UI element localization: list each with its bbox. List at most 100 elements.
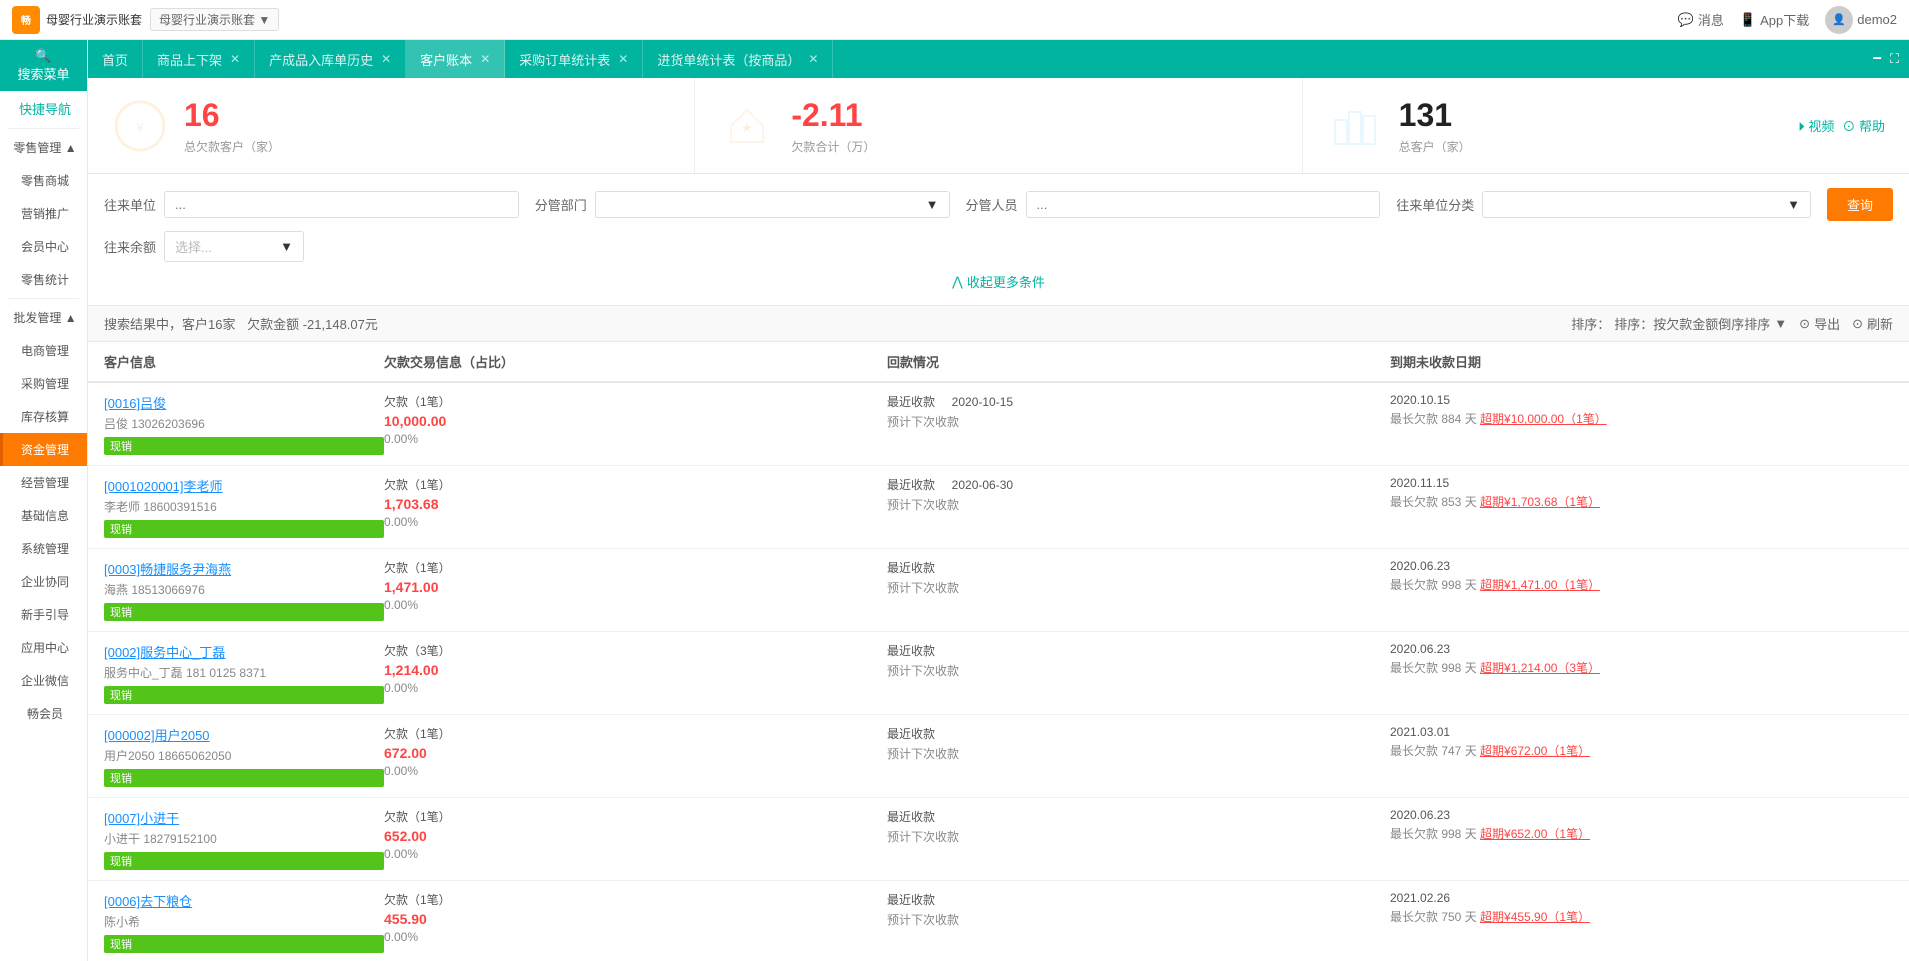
search-button[interactable]: 查询 <box>1827 188 1893 221</box>
overdue-link-0[interactable]: 超期¥10,000.00（1笔） <box>1480 412 1607 426</box>
debt-total-number: -2.11 <box>791 96 875 134</box>
filter-row-2: 往来余额 选择... ▼ <box>104 231 1893 262</box>
tab-maximize-icon[interactable]: ⛶ <box>1890 51 1899 67</box>
collapse-button[interactable]: ⋀ 收起更多条件 <box>104 272 1893 291</box>
customer-phone-6: 陈小希 <box>104 913 384 930</box>
sidebar-item-member-center[interactable]: 会员中心 <box>0 230 87 263</box>
company-selector[interactable]: 母婴行业演示账套 ▼ <box>150 8 279 31</box>
tab-close-purchase-stats[interactable]: ✕ <box>618 52 628 66</box>
overdue-link-5[interactable]: 超期¥652.00（1笔） <box>1480 827 1590 841</box>
sidebar-item-wholesale-mgmt[interactable]: 批发管理 ▲ <box>0 301 87 334</box>
sidebar-search[interactable]: 🔍 搜索菜单 <box>0 40 87 91</box>
sidebar-item-member[interactable]: 畅会员 <box>0 697 87 730</box>
overdue-link-2[interactable]: 超期¥1,471.00（1笔） <box>1480 578 1600 592</box>
customer-phone-3: 服务中心_丁磊 181 0125 8371 <box>104 664 384 681</box>
customer-name-2[interactable]: [0003]畅捷服务尹海燕 <box>104 559 384 578</box>
filter-select-category[interactable]: ▼ <box>1482 191 1811 218</box>
tab-purchase-goods-stats[interactable]: 进货单统计表（按商品） ✕ <box>643 40 833 78</box>
sidebar-item-purchase-mgmt[interactable]: 采购管理 <box>0 367 87 400</box>
sidebar-item-basic-info[interactable]: 基础信息 <box>0 499 87 532</box>
sidebar-item-guide[interactable]: 新手引导 <box>0 598 87 631</box>
sidebar-item-system[interactable]: 系统管理 <box>0 532 87 565</box>
help-link[interactable]: ⊙ 帮助 <box>1842 116 1885 135</box>
filter-field-unit: 往来单位 <box>104 191 519 218</box>
main-content: 首页 商品上下架 ✕ 产成品入库单历史 ✕ 客户账本 ✕ 采购订单统计表 ✕ 进… <box>88 40 1909 961</box>
sidebar-item-weixin[interactable]: 企业微信 <box>0 664 87 697</box>
user-avatar[interactable]: 👤 demo2 <box>1825 6 1897 34</box>
top-bar: 畅 母婴行业演示账套 母婴行业演示账套 ▼ 💬 消息 📱 App下载 👤 dem… <box>0 0 1909 40</box>
message-button[interactable]: 💬 消息 <box>1678 10 1724 29</box>
filter-select-dept[interactable]: ▼ <box>595 191 950 218</box>
customer-name-4[interactable]: [000002]用户2050 <box>104 725 384 744</box>
chevron-down-icon-balance: ▼ <box>280 239 293 254</box>
tab-close-customer-ledger[interactable]: ✕ <box>480 52 490 66</box>
customer-info-3: [0002]服务中心_丁磊 服务中心_丁磊 181 0125 8371 现销 <box>104 642 384 704</box>
app-download-button[interactable]: 📱 App下载 <box>1740 10 1809 29</box>
overdue-link-6[interactable]: 超期¥455.90（1笔） <box>1480 910 1590 924</box>
recovery-info-6: 最近收款 预计下次收款 <box>887 891 1390 953</box>
video-link[interactable]: ⏵ 视频 <box>1798 116 1834 135</box>
tab-minimize-icon[interactable]: 🗕 <box>1873 48 1882 70</box>
customer-phone-2: 海燕 18513066976 <box>104 581 384 598</box>
table-row: [0003]畅捷服务尹海燕 海燕 18513066976 现销 欠款（1笔） 1… <box>88 549 1909 632</box>
customer-phone-5: 小进干 18279152100 <box>104 830 384 847</box>
customer-name-3[interactable]: [0002]服务中心_丁磊 <box>104 642 384 661</box>
filter-label-category: 往来单位分类 <box>1396 195 1474 214</box>
customer-name-6[interactable]: [0006]去下粮仓 <box>104 891 384 910</box>
tab-close-purchase-goods-stats[interactable]: ✕ <box>808 52 818 66</box>
overdue-link-3[interactable]: 超期¥1,214.00（3笔） <box>1480 661 1600 675</box>
sidebar-item-finance[interactable]: 资金管理 <box>0 433 87 466</box>
sidebar-divider-2 <box>8 298 79 299</box>
sidebar-item-retail-mgmt[interactable]: 零售管理 ▲ <box>0 131 87 164</box>
export-button[interactable]: ⊙ 导出 <box>1799 314 1840 333</box>
recovery-info-0: 最近收款 2020-10-15 预计下次收款 <box>887 393 1390 455</box>
filter-input-unit[interactable] <box>164 191 519 218</box>
sort-selector[interactable]: 排序： 排序：按欠款金额倒序排序 ▼ <box>1571 314 1787 333</box>
filter-row-1: 往来单位 分管部门 ▼ 分管人员 <box>104 188 1893 221</box>
tab-home[interactable]: 首页 <box>88 40 143 78</box>
customer-tag-1: 现销 <box>104 520 384 538</box>
svg-text:¥: ¥ <box>135 120 144 135</box>
customer-name-1[interactable]: [0001020001]李老师 <box>104 476 384 495</box>
filter-area: 往来单位 分管部门 ▼ 分管人员 <box>88 174 1909 306</box>
logo-area: 畅 母婴行业演示账套 <box>12 6 142 34</box>
customer-name-0[interactable]: [0016]吕俊 <box>104 393 384 412</box>
sidebar-item-retail-stats[interactable]: 零售统计 <box>0 263 87 296</box>
sort-label: 排序： <box>1571 314 1610 333</box>
debt-customer-number: 16 <box>184 96 280 134</box>
table-row: [0001020001]李老师 李老师 18600391516 现销 欠款（1笔… <box>88 466 1909 549</box>
overdue-link-1[interactable]: 超期¥1,703.68（1笔） <box>1480 495 1600 509</box>
tab-close-product-listing[interactable]: ✕ <box>230 52 240 66</box>
tab-production-history[interactable]: 产成品入库单历史 ✕ <box>255 40 406 78</box>
sidebar-item-ecommerce[interactable]: 电商管理 <box>0 334 87 367</box>
sidebar-item-retail-mall[interactable]: 零售商城 <box>0 164 87 197</box>
sidebar-item-app-center[interactable]: 应用中心 <box>0 631 87 664</box>
sidebar-item-quick-nav[interactable]: 快捷导航 <box>0 91 87 126</box>
tab-product-listing[interactable]: 商品上下架 ✕ <box>143 40 255 78</box>
overdue-info-5: 2020.06.23 最长欠款 998 天 超期¥652.00（1笔） <box>1390 808 1893 870</box>
customer-info-6: [0006]去下粮仓 陈小希 现销 <box>104 891 384 953</box>
tab-purchase-stats[interactable]: 采购订单统计表 ✕ <box>505 40 643 78</box>
tab-close-production-history[interactable]: ✕ <box>381 52 391 66</box>
customer-name-5[interactable]: [0007]小进干 <box>104 808 384 827</box>
filter-input-person[interactable] <box>1026 191 1381 218</box>
search-icon: 🔍 <box>35 48 51 63</box>
total-customer-number: 131 <box>1399 96 1471 134</box>
sidebar-item-inventory[interactable]: 库存核算 <box>0 400 87 433</box>
debt-info-2: 欠款（1笔） 1,471.00 0.00% <box>384 559 887 621</box>
sidebar-item-marketing[interactable]: 营销推广 <box>0 197 87 230</box>
table-header: 客户信息 欠款交易信息（占比） 回款情况 到期未收款日期 <box>88 342 1909 383</box>
filter-field-dept: 分管部门 ▼ <box>535 191 950 218</box>
debt-info-6: 欠款（1笔） 455.90 0.00% <box>384 891 887 953</box>
tab-customer-ledger[interactable]: 客户账本 ✕ <box>406 40 505 78</box>
debt-info-1: 欠款（1笔） 1,703.68 0.00% <box>384 476 887 538</box>
card-total-customers: 131 总客户（家） ⏵ 视频 ⊙ 帮助 <box>1303 78 1909 173</box>
filter-select-balance[interactable]: 选择... ▼ <box>164 231 304 262</box>
debt-customer-label: 总欠款客户（家） <box>184 138 280 155</box>
sidebar-item-enterprise[interactable]: 企业协同 <box>0 565 87 598</box>
sidebar-item-operations[interactable]: 经营管理 <box>0 466 87 499</box>
overdue-link-4[interactable]: 超期¥672.00（1笔） <box>1480 744 1590 758</box>
refresh-button[interactable]: ⊙ 刷新 <box>1852 314 1893 333</box>
card-debt-customers: ¥ 16 总欠款客户（家） <box>88 78 695 173</box>
customer-phone-1: 李老师 18600391516 <box>104 498 384 515</box>
